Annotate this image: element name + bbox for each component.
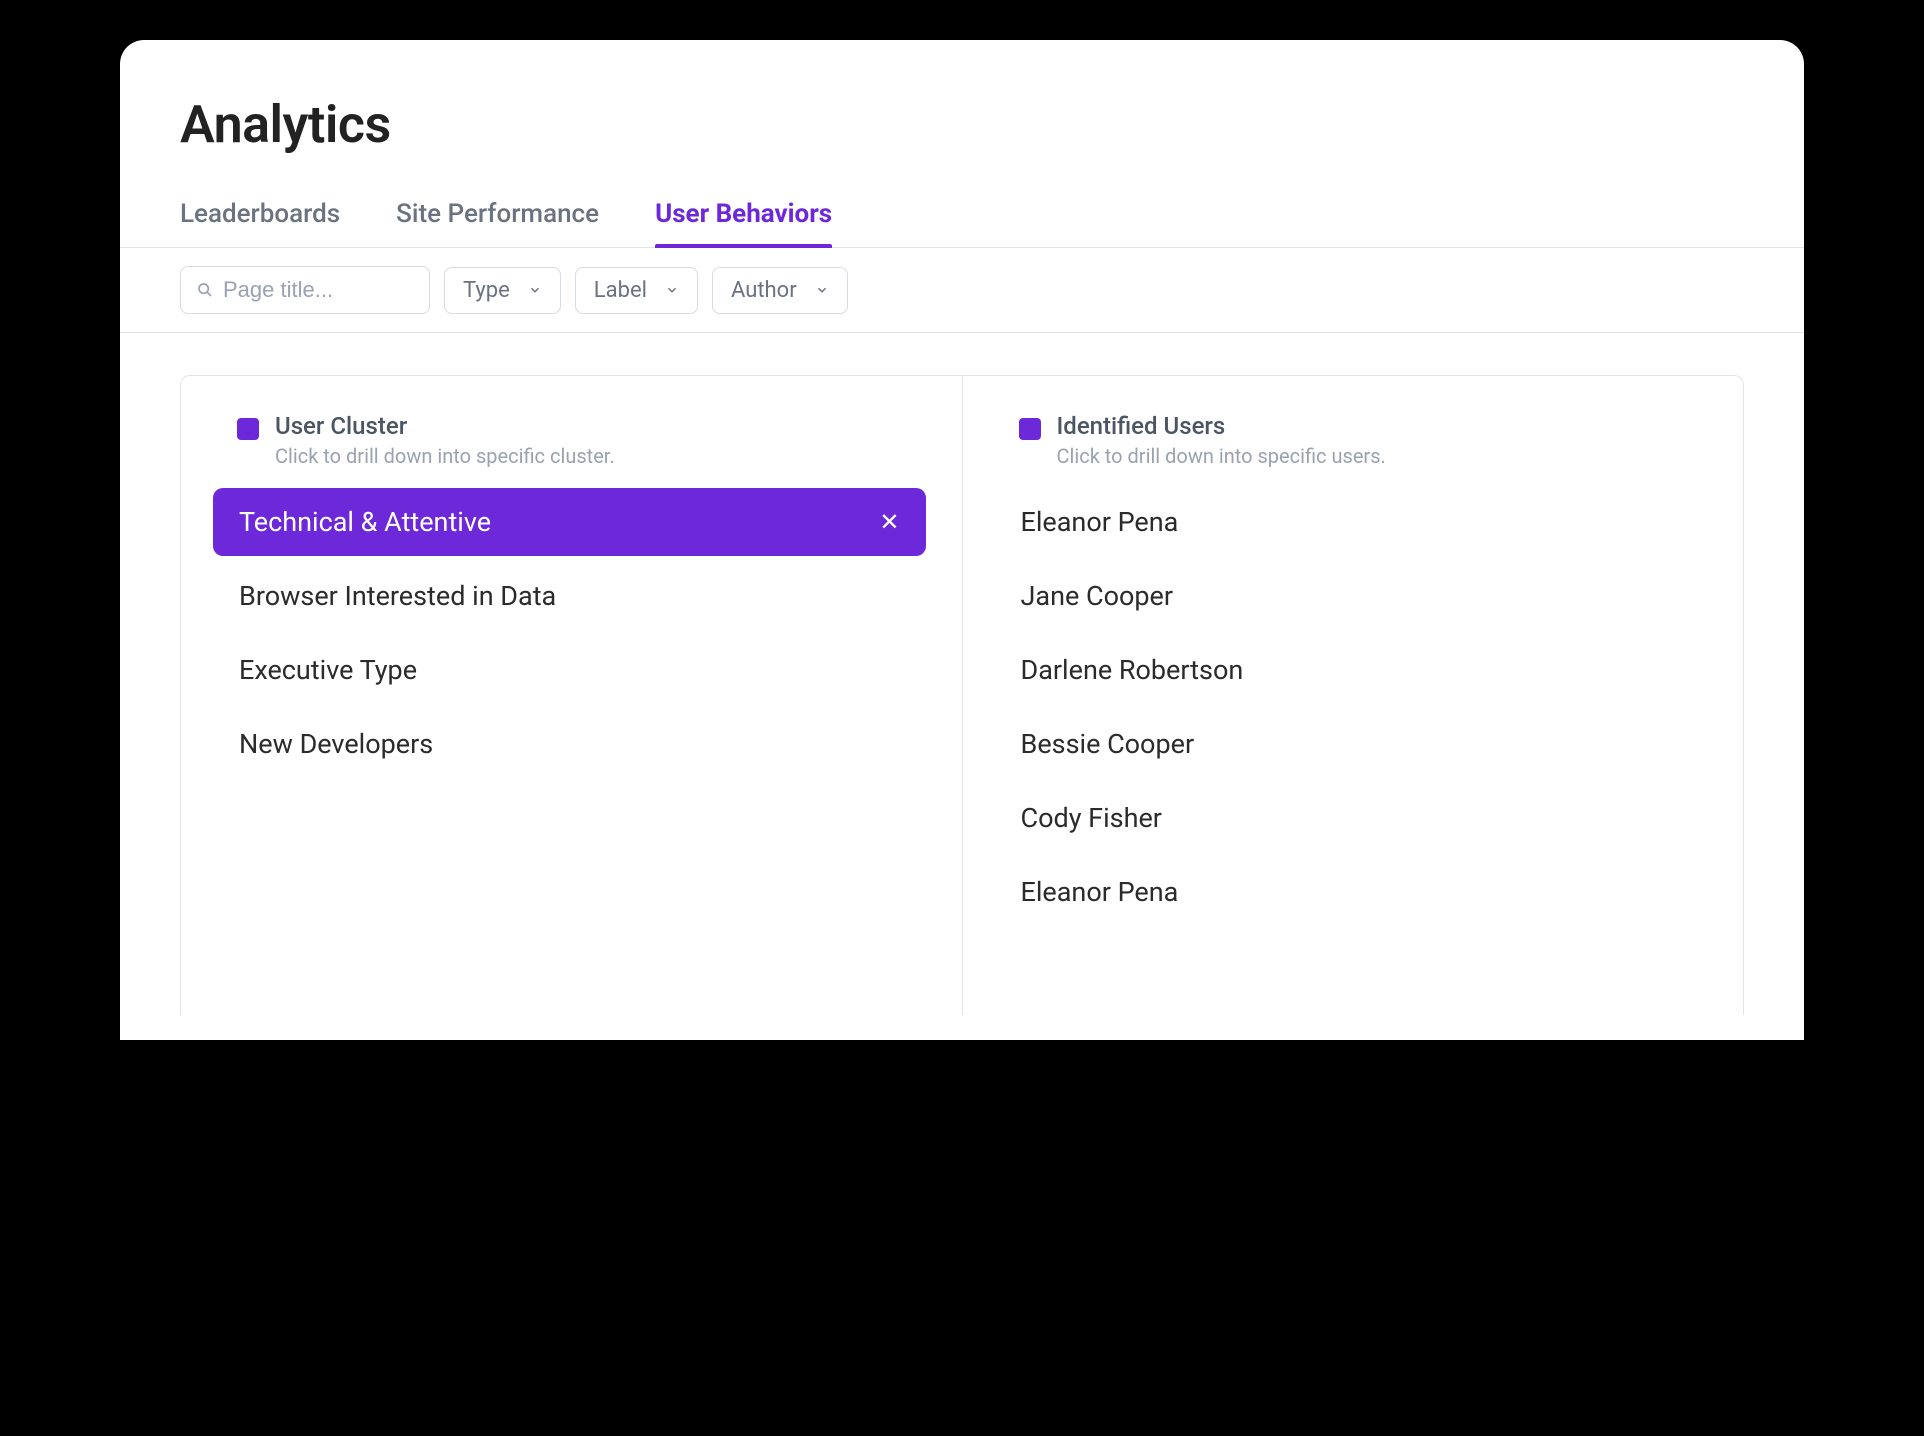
- search-input[interactable]: [223, 277, 413, 303]
- users-title: Identified Users: [1057, 412, 1386, 440]
- cluster-item-new-developers[interactable]: New Developers: [213, 710, 926, 778]
- cluster-item-browser-data[interactable]: Browser Interested in Data: [213, 562, 926, 630]
- user-item[interactable]: Eleanor Pena: [995, 858, 1708, 926]
- tab-label: Site Performance: [396, 199, 599, 229]
- chevron-down-icon: [665, 283, 679, 297]
- cluster-item-label: New Developers: [239, 728, 433, 760]
- user-item-label: Jane Cooper: [1021, 580, 1174, 612]
- square-icon: [237, 418, 259, 440]
- dropdown-type[interactable]: Type: [444, 267, 561, 314]
- tab-user-behaviors[interactable]: User Behaviors: [655, 183, 832, 247]
- user-item[interactable]: Cody Fisher: [995, 784, 1708, 852]
- clusters-column: User Cluster Click to drill down into sp…: [181, 376, 963, 1015]
- page-title: Analytics: [180, 94, 1744, 155]
- user-item[interactable]: Darlene Robertson: [995, 636, 1708, 704]
- clusters-title: User Cluster: [275, 412, 615, 440]
- dropdown-label-text: Label: [594, 278, 647, 303]
- users-header: Identified Users Click to drill down int…: [995, 412, 1708, 488]
- chevron-down-icon: [528, 283, 542, 297]
- user-item[interactable]: Eleanor Pena: [995, 488, 1708, 556]
- page-header: Analytics: [120, 40, 1804, 183]
- tab-label: Leaderboards: [180, 199, 340, 229]
- cluster-item-label: Technical & Attentive: [239, 506, 491, 538]
- dropdown-author[interactable]: Author: [712, 267, 848, 314]
- clusters-subtitle: Click to drill down into specific cluste…: [275, 444, 615, 468]
- user-item-label: Eleanor Pena: [1021, 876, 1179, 908]
- user-item[interactable]: Bessie Cooper: [995, 710, 1708, 778]
- user-item-label: Bessie Cooper: [1021, 728, 1195, 760]
- users-subtitle: Click to drill down into specific users.: [1057, 444, 1386, 468]
- users-list: Eleanor Pena Jane Cooper Darlene Roberts…: [995, 488, 1708, 926]
- search-icon: [197, 282, 213, 298]
- cluster-item-technical-attentive[interactable]: Technical & Attentive ✕: [213, 488, 926, 556]
- cluster-item-label: Executive Type: [239, 654, 417, 686]
- dropdown-label: Author: [731, 278, 797, 303]
- user-item-label: Darlene Robertson: [1021, 654, 1244, 686]
- cluster-item-label: Browser Interested in Data: [239, 580, 556, 612]
- close-icon[interactable]: ✕: [879, 510, 899, 534]
- content-area: User Cluster Click to drill down into sp…: [120, 333, 1804, 1015]
- tab-label: User Behaviors: [655, 199, 832, 229]
- tab-leaderboards[interactable]: Leaderboards: [180, 183, 340, 247]
- clusters-list: Technical & Attentive ✕ Browser Interest…: [213, 488, 926, 778]
- user-item[interactable]: Jane Cooper: [995, 562, 1708, 630]
- filters-bar: Type Label Author: [120, 248, 1804, 333]
- user-item-label: Cody Fisher: [1021, 802, 1162, 834]
- search-input-wrapper[interactable]: [180, 266, 430, 314]
- analytics-card: Analytics Leaderboards Site Performance …: [120, 40, 1804, 1040]
- user-item-label: Eleanor Pena: [1021, 506, 1179, 538]
- cluster-item-executive[interactable]: Executive Type: [213, 636, 926, 704]
- square-icon: [1019, 418, 1041, 440]
- dropdown-label: Type: [463, 278, 510, 303]
- behaviors-panel: User Cluster Click to drill down into sp…: [180, 375, 1744, 1015]
- dropdown-label[interactable]: Label: [575, 267, 698, 314]
- tabs-bar: Leaderboards Site Performance User Behav…: [120, 183, 1804, 248]
- tab-site-performance[interactable]: Site Performance: [396, 183, 599, 247]
- chevron-down-icon: [815, 283, 829, 297]
- users-column: Identified Users Click to drill down int…: [963, 376, 1744, 1015]
- clusters-header: User Cluster Click to drill down into sp…: [213, 412, 926, 488]
